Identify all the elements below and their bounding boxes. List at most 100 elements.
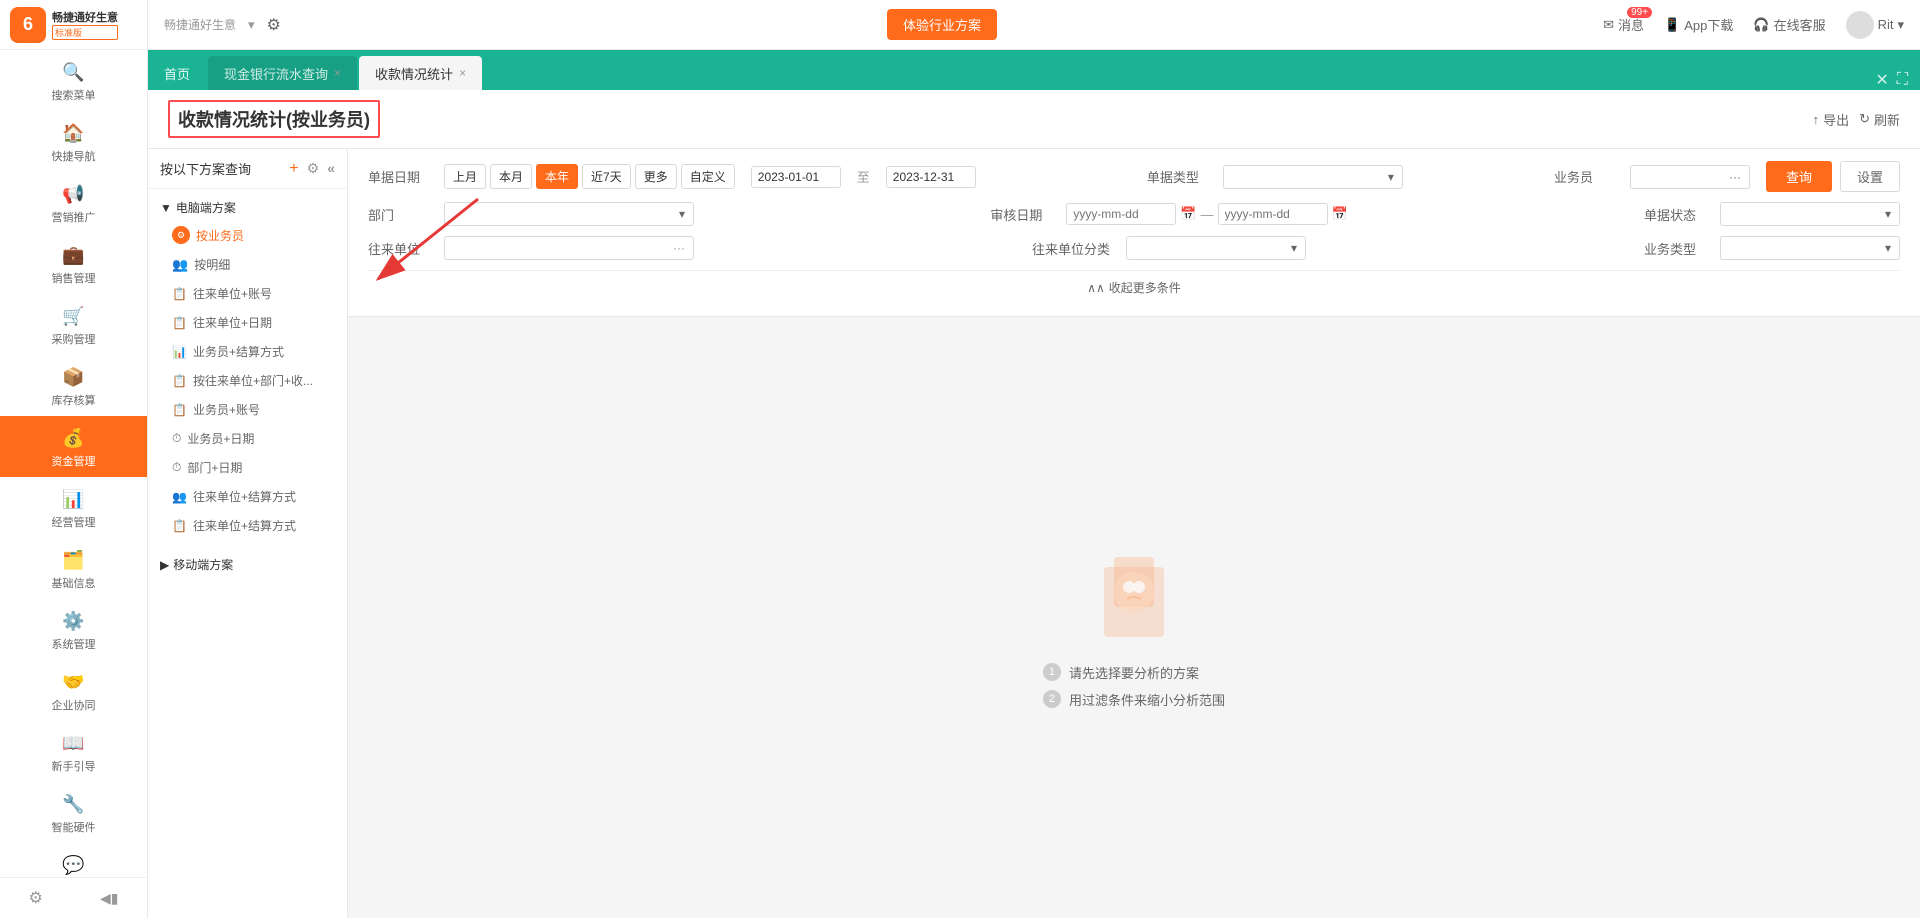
- online-service-button[interactable]: 🎧 在线客服: [1753, 15, 1825, 34]
- review-date-start[interactable]: [1066, 203, 1176, 225]
- scheme-item-partner-payment1[interactable]: 👥 往来单位+结算方式: [148, 482, 347, 511]
- message-button[interactable]: ✉ 消息 99+: [1603, 15, 1644, 34]
- scheme-item-staff-date[interactable]: ⏱ 业务员+日期: [148, 424, 347, 453]
- sidebar-item-system[interactable]: ⚙️ 系统管理: [0, 599, 147, 660]
- sidebar-item-quicknav[interactable]: 🏠 快捷导航: [0, 111, 147, 172]
- body-area: 按以下方案查询 + ⚙ « ▼ 电脑端方案 ⚙ 按业务员: [148, 149, 1920, 918]
- bill-status-select[interactable]: ▾: [1720, 202, 1900, 226]
- header-settings-icon[interactable]: ⚙: [267, 15, 281, 35]
- sidebar-item-label: 新手引导: [52, 758, 96, 774]
- scheme-item-staff-account[interactable]: 📋 业务员+账号: [148, 395, 347, 424]
- tab-cashflow-close[interactable]: ×: [334, 66, 341, 80]
- scheme-item-partner-account[interactable]: 📋 往来单位+账号: [148, 279, 347, 308]
- scheme-item-by-staff[interactable]: ⚙ 按业务员: [148, 220, 347, 250]
- scheme-label: 部门+日期: [187, 459, 242, 476]
- collapse-bar[interactable]: ∧∧ 收起更多条件: [368, 270, 1900, 304]
- date-btn-this-month[interactable]: 本月: [490, 164, 532, 189]
- dept-select[interactable]: ▾: [444, 202, 694, 226]
- sidebar-item-label: 库存核算: [52, 392, 96, 408]
- sidebar-item-basic[interactable]: 🗂️ 基础信息: [0, 538, 147, 599]
- staff-select[interactable]: ···: [1630, 165, 1750, 189]
- sidebar-item-finance[interactable]: 💰 资金管理: [0, 416, 147, 477]
- calendar-icon[interactable]: 📅: [1180, 206, 1196, 222]
- partner-input[interactable]: ···: [444, 236, 694, 260]
- refresh-button[interactable]: ↻ 刷新: [1859, 110, 1900, 129]
- sidebar-item-sales[interactable]: 💼 销售管理: [0, 233, 147, 294]
- sidebar-item-hardware[interactable]: 🔧 智能硬件: [0, 782, 147, 843]
- tab-home[interactable]: 首页: [148, 56, 206, 90]
- refresh-icon: ↻: [1859, 111, 1870, 127]
- chevron-right-icon: ▶: [160, 558, 169, 572]
- scheme-item-partner-date[interactable]: 📋 往来单位+日期: [148, 308, 347, 337]
- scheme-item-staff-payment[interactable]: 📊 业务员+结算方式: [148, 337, 347, 366]
- date-range-start[interactable]: [751, 166, 841, 188]
- export-icon: ↑: [1813, 112, 1820, 127]
- date-range-separator: 至: [857, 167, 870, 186]
- sidebar-item-search[interactable]: 🔍 搜索菜单: [0, 50, 147, 111]
- left-panel: 按以下方案查询 + ⚙ « ▼ 电脑端方案 ⚙ 按业务员: [148, 149, 348, 918]
- date-dash: —: [1201, 207, 1214, 222]
- tab-collection[interactable]: 收款情况统计 ×: [359, 56, 482, 90]
- date-btn-custom[interactable]: 自定义: [681, 164, 735, 189]
- filter-area: 单据日期 上月 本月 本年 近7天 更多 自定义 至: [348, 149, 1920, 317]
- scheme-label: 往来单位+账号: [193, 285, 272, 302]
- mobile-group-title[interactable]: ▶ 移动端方案: [148, 552, 347, 577]
- business-type-select[interactable]: ▾: [1720, 236, 1900, 260]
- filter-row-date: 单据日期 上月 本月 本年 近7天 更多 自定义 至: [368, 161, 1900, 192]
- scheme-item-by-detail[interactable]: 👥 按明细: [148, 250, 347, 279]
- service-icon: 🎧: [1753, 17, 1769, 33]
- sidebar-item-guide[interactable]: 📖 新手引导: [0, 721, 147, 782]
- desktop-group-title[interactable]: ▼ 电脑端方案: [148, 195, 347, 220]
- user-menu[interactable]: Rit ▾: [1846, 11, 1904, 39]
- sidebar-item-marketing[interactable]: 📢 营销推广: [0, 172, 147, 233]
- date-btn-this-year[interactable]: 本年: [536, 164, 578, 189]
- sidebar-item-enterprise[interactable]: 🤝 企业协同: [0, 660, 147, 721]
- sidebar-item-wechat[interactable]: 💬 企业微信: [0, 843, 147, 877]
- chevron-down-icon[interactable]: ▾: [248, 17, 255, 33]
- sidebar-item-label: 采购管理: [52, 331, 96, 347]
- sidebar-item-inventory[interactable]: 📦 库存核算: [0, 355, 147, 416]
- tip-num-1: 1: [1043, 663, 1061, 681]
- close-window-icon[interactable]: ✕: [1875, 70, 1888, 90]
- trial-button[interactable]: 体验行业方案: [887, 9, 997, 40]
- filter-row-partner: 往来单位 ··· 往来单位分类 ▾ 业务类型: [368, 236, 1900, 260]
- bill-type-select[interactable]: ▾: [1223, 165, 1403, 189]
- review-date-end[interactable]: [1218, 203, 1328, 225]
- tip-num-2: 2: [1043, 690, 1061, 708]
- settings-bottom-icon[interactable]: ⚙: [29, 888, 43, 908]
- setting-button[interactable]: 设置: [1840, 161, 1900, 192]
- partner-category-select[interactable]: ▾: [1126, 236, 1306, 260]
- date-btn-more[interactable]: 更多: [635, 164, 677, 189]
- sidebar-item-label: 经营管理: [52, 514, 96, 530]
- sidebar-item-operation[interactable]: 📊 经营管理: [0, 477, 147, 538]
- sidebar-bottom: ⚙ ◀▮: [0, 877, 147, 918]
- table-icon: 📋: [172, 403, 187, 417]
- scheme-item-partner-payment2[interactable]: 📋 往来单位+结算方式: [148, 511, 347, 540]
- message-badge: 99+: [1627, 7, 1652, 18]
- date-btn-last7[interactable]: 近7天: [582, 164, 631, 189]
- collapse-sidebar-icon[interactable]: ◀▮: [100, 890, 118, 907]
- scheme-item-partner-dept[interactable]: 📋 按往来单位+部门+收...: [148, 366, 347, 395]
- sidebar-item-label: 快捷导航: [52, 148, 96, 164]
- maximize-window-icon[interactable]: ⛶: [1897, 71, 1908, 89]
- export-button[interactable]: ↑ 导出: [1813, 110, 1850, 129]
- tab-collection-close[interactable]: ×: [459, 66, 466, 80]
- tab-cashflow[interactable]: 现金银行流水查询 ×: [208, 56, 357, 90]
- person-icon: 👥: [172, 490, 187, 504]
- staff-filter-label: 业务员: [1554, 167, 1614, 186]
- finance-icon: 💰: [62, 428, 84, 449]
- settings-scheme-icon[interactable]: ⚙: [307, 160, 320, 178]
- date-range-end[interactable]: [886, 166, 976, 188]
- collapse-panel-icon[interactable]: «: [327, 160, 335, 178]
- purchase-icon: 🛒: [62, 306, 84, 327]
- date-btn-last-month[interactable]: 上月: [444, 164, 486, 189]
- page-title: 收款情况统计(按业务员): [168, 100, 380, 138]
- app-download-button[interactable]: 📱 App下载: [1664, 15, 1733, 34]
- empty-state: 1 请先选择要分析的方案 2 用过滤条件来缩小分析范围: [348, 317, 1920, 918]
- sidebar-item-purchase[interactable]: 🛒 采购管理: [0, 294, 147, 355]
- query-button[interactable]: 查询: [1766, 161, 1832, 192]
- add-scheme-icon[interactable]: +: [289, 160, 298, 178]
- partner-category-label: 往来单位分类: [1032, 239, 1110, 258]
- scheme-item-dept-date[interactable]: ⏱ 部门+日期: [148, 453, 347, 482]
- calendar-icon-2[interactable]: 📅: [1332, 206, 1348, 222]
